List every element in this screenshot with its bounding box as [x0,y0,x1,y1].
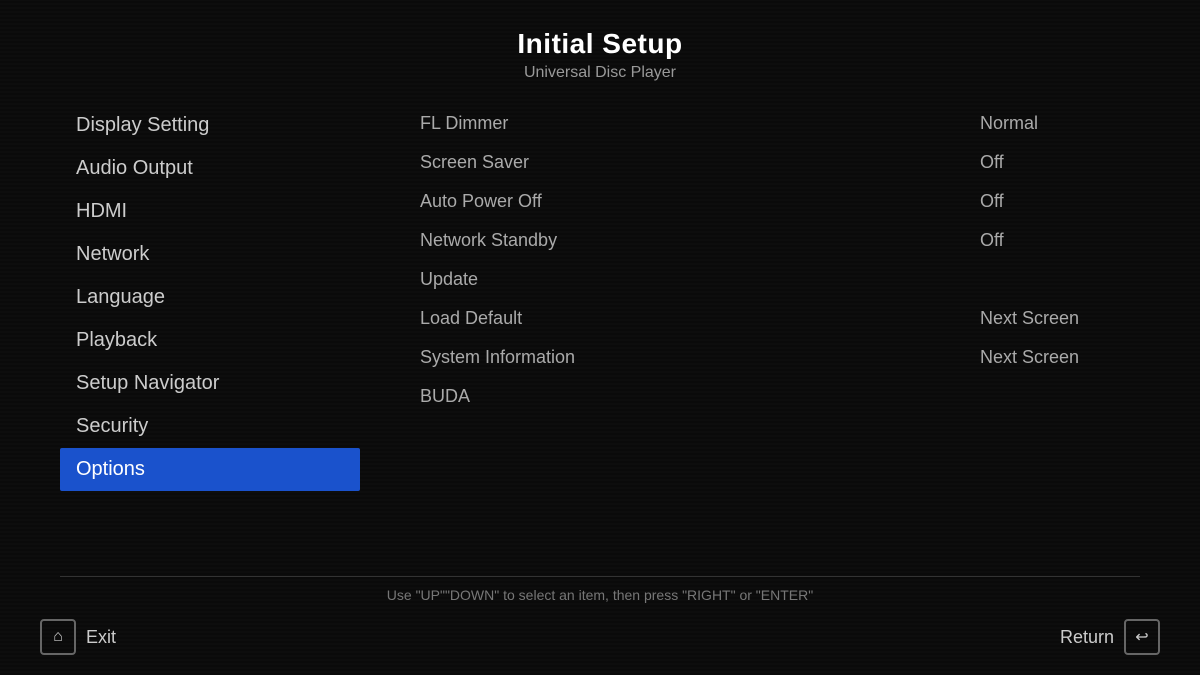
settings-value-5: Next Screen [980,308,1140,329]
settings-label-2: Auto Power Off [420,191,980,212]
settings-value-0: Normal [980,113,1140,134]
return-label: Return [1060,627,1114,648]
settings-label-3: Network Standby [420,230,980,251]
sidebar-item-hdmi[interactable]: HDMI [60,190,360,233]
settings-row-2[interactable]: Auto Power OffOff [420,182,1140,221]
settings-row-0[interactable]: FL DimmerNormal [420,104,1140,143]
settings-label-5: Load Default [420,308,980,329]
page-title: Initial Setup [0,28,1200,60]
settings-value-2: Off [980,191,1140,212]
settings-value-1: Off [980,152,1140,173]
sidebar-item-audio-output[interactable]: Audio Output [60,147,360,190]
sidebar: Display SettingAudio OutputHDMINetworkLa… [60,104,360,576]
exit-icon: ⌂ [40,619,76,655]
settings-panel: FL DimmerNormalScreen SaverOffAuto Power… [360,104,1140,576]
sidebar-item-language[interactable]: Language [60,276,360,319]
settings-value-6: Next Screen [980,347,1140,368]
footer-hint: Use "UP""DOWN" to select an item, then p… [387,587,813,603]
page-subtitle: Universal Disc Player [0,64,1200,82]
settings-row-4[interactable]: Update [420,260,1140,299]
return-button[interactable]: Return ↩ [1060,619,1160,655]
footer: Use "UP""DOWN" to select an item, then p… [0,577,1200,675]
settings-value-3: Off [980,230,1140,251]
settings-row-3[interactable]: Network StandbyOff [420,221,1140,260]
settings-row-1[interactable]: Screen SaverOff [420,143,1140,182]
sidebar-item-options[interactable]: Options [60,448,360,491]
settings-label-4: Update [420,269,1140,290]
sidebar-item-security[interactable]: Security [60,405,360,448]
sidebar-item-display-setting[interactable]: Display Setting [60,104,360,147]
sidebar-item-playback[interactable]: Playback [60,319,360,362]
settings-label-7: BUDA [420,386,1140,407]
page: Initial Setup Universal Disc Player Disp… [0,0,1200,675]
sidebar-item-setup-navigator[interactable]: Setup Navigator [60,362,360,405]
settings-row-5[interactable]: Load DefaultNext Screen [420,299,1140,338]
sidebar-item-network[interactable]: Network [60,233,360,276]
exit-label: Exit [86,627,116,648]
header: Initial Setup Universal Disc Player [0,0,1200,94]
return-icon: ↩ [1124,619,1160,655]
settings-label-6: System Information [420,347,980,368]
settings-row-6[interactable]: System InformationNext Screen [420,338,1140,377]
settings-label-1: Screen Saver [420,152,980,173]
exit-button[interactable]: ⌂ Exit [40,619,116,655]
main-content: Display SettingAudio OutputHDMINetworkLa… [0,94,1200,576]
settings-row-7[interactable]: BUDA [420,377,1140,416]
footer-buttons: ⌂ Exit Return ↩ [0,619,1200,655]
settings-label-0: FL Dimmer [420,113,980,134]
